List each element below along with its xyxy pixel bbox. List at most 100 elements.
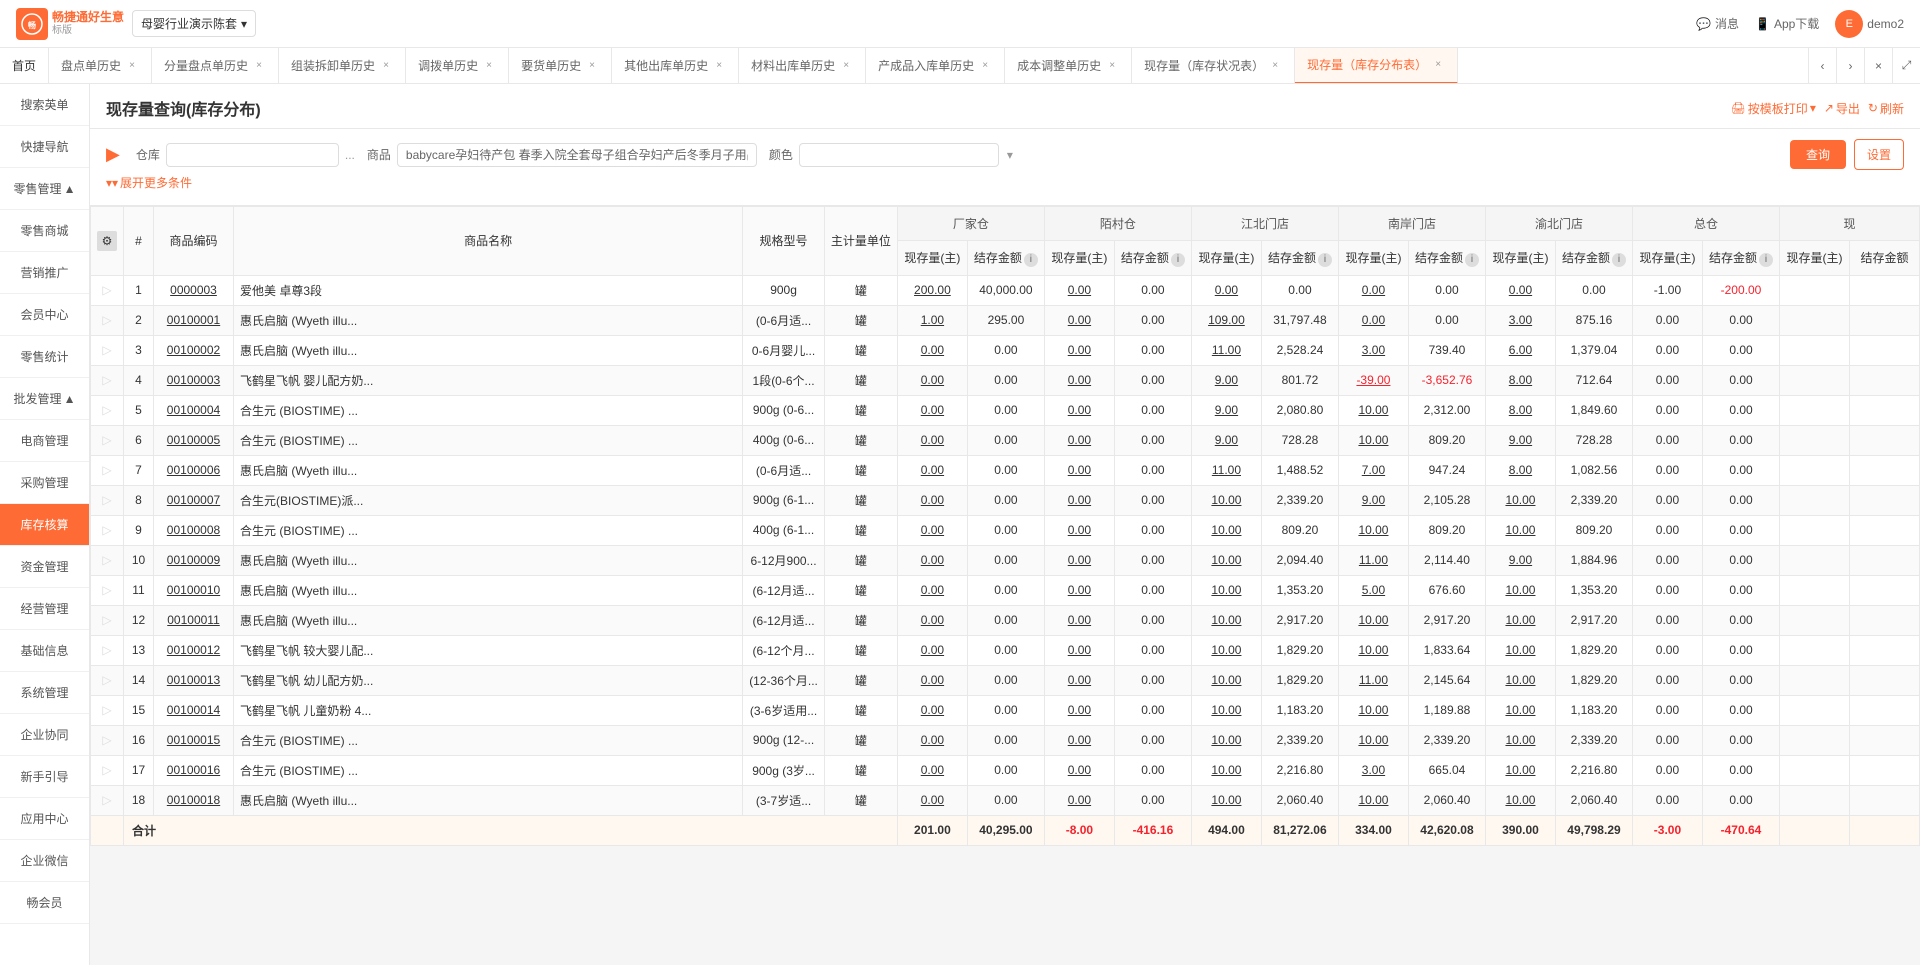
row-expand[interactable]: ▷ [91,305,124,335]
tab-home[interactable]: 首页 [0,48,49,84]
row-nanan-qty[interactable]: 3.00 [1338,755,1408,785]
expand-conditions-btn[interactable]: ▾▾ 展开更多条件 [106,174,1904,191]
row-nanan-qty[interactable]: 11.00 [1338,665,1408,695]
row-yubei-qty[interactable]: 10.00 [1485,695,1555,725]
row-mucun-qty[interactable]: 0.00 [1044,425,1114,455]
row-expand[interactable]: ▷ [91,725,124,755]
row-yubei-qty[interactable]: 8.00 [1485,455,1555,485]
sidebar-item-member[interactable]: 会员中心 [0,294,89,336]
row-factory-qty[interactable]: 200.00 [897,275,967,305]
row-mucun-qty[interactable]: 0.00 [1044,305,1114,335]
goods-input[interactable] [397,143,757,167]
row-yubei-qty[interactable]: 10.00 [1485,785,1555,815]
row-expand[interactable]: ▷ [91,605,124,635]
row-jiangbei-qty[interactable]: 9.00 [1191,425,1261,455]
row-jiangbei-qty[interactable]: 10.00 [1191,485,1261,515]
row-mucun-qty[interactable]: 0.00 [1044,545,1114,575]
sidebar-item-quicknav[interactable]: 快捷导航 [0,126,89,168]
messages-btn[interactable]: 💬 消息 [1696,15,1739,32]
row-yubei-qty[interactable]: 0.00 [1485,275,1555,305]
row-mucun-qty[interactable]: 0.00 [1044,485,1114,515]
row-factory-qty[interactable]: 0.00 [897,455,967,485]
row-factory-qty[interactable]: 0.00 [897,515,967,545]
row-nanan-qty[interactable]: 10.00 [1338,425,1408,455]
row-yubei-qty[interactable]: 8.00 [1485,395,1555,425]
row-factory-qty[interactable]: 0.00 [897,725,967,755]
tab-3[interactable]: 组装拆卸单历史 × [279,48,406,84]
tab-4-close[interactable]: × [482,59,496,73]
jiangbei-amt-info[interactable]: i [1318,253,1332,267]
row-yubei-qty[interactable]: 10.00 [1485,575,1555,605]
row-nanan-qty[interactable]: 10.00 [1338,725,1408,755]
row-factory-qty[interactable]: 0.00 [897,665,967,695]
tab-10-close[interactable]: × [1268,59,1282,73]
row-nanan-qty[interactable]: 9.00 [1338,485,1408,515]
nanan-amt-info[interactable]: i [1465,253,1479,267]
row-jiangbei-qty[interactable]: 10.00 [1191,605,1261,635]
row-jiangbei-qty[interactable]: 109.00 [1191,305,1261,335]
row-mucun-qty[interactable]: 0.00 [1044,515,1114,545]
row-expand[interactable]: ▷ [91,365,124,395]
row-nanan-qty[interactable]: 10.00 [1338,785,1408,815]
color-input[interactable] [799,143,999,167]
row-factory-qty[interactable]: 0.00 [897,575,967,605]
sidebar-item-member2[interactable]: 畅会员 [0,882,89,924]
settings-button[interactable]: 设置 [1854,139,1904,170]
sidebar-item-inventory[interactable]: 库存核算 [0,504,89,546]
tab-10[interactable]: 现存量（库存状况表） × [1132,48,1295,84]
row-nanan-qty[interactable]: 10.00 [1338,635,1408,665]
tab-9[interactable]: 成本调整单历史 × [1005,48,1132,84]
row-mucun-qty[interactable]: 0.00 [1044,695,1114,725]
sidebar-item-wechat[interactable]: 企业微信 [0,840,89,882]
print-btn[interactable]: 🖨 按模板打印 ▾ [1731,100,1816,117]
row-expand[interactable]: ▷ [91,665,124,695]
sidebar-item-marketing[interactable]: 营销推广 [0,252,89,294]
export-btn[interactable]: ↗ 导出 [1824,100,1860,117]
query-button[interactable]: 查询 [1790,140,1846,169]
row-yubei-qty[interactable]: 10.00 [1485,725,1555,755]
row-yubei-qty[interactable]: 9.00 [1485,425,1555,455]
row-jiangbei-qty[interactable]: 10.00 [1191,635,1261,665]
tab-4[interactable]: 调拨单历史 × [406,48,509,84]
row-jiangbei-qty[interactable]: 10.00 [1191,665,1261,695]
row-jiangbei-qty[interactable]: 10.00 [1191,725,1261,755]
row-yubei-qty[interactable]: 3.00 [1485,305,1555,335]
tab-8[interactable]: 产成品入库单历史 × [866,48,1005,84]
row-factory-qty[interactable]: 0.00 [897,425,967,455]
row-factory-qty[interactable]: 0.00 [897,605,967,635]
row-expand[interactable]: ▷ [91,335,124,365]
row-yubei-qty[interactable]: 10.00 [1485,515,1555,545]
row-factory-qty[interactable]: 0.00 [897,695,967,725]
sidebar-item-retail-stats[interactable]: 零售统计 [0,336,89,378]
row-nanan-qty[interactable]: 10.00 [1338,395,1408,425]
row-jiangbei-qty[interactable]: 11.00 [1191,455,1261,485]
sidebar-item-basic-info[interactable]: 基础信息 [0,630,89,672]
row-yubei-qty[interactable]: 10.00 [1485,605,1555,635]
warehouse-input[interactable] [166,143,339,167]
row-mucun-qty[interactable]: 0.00 [1044,575,1114,605]
row-nanan-qty[interactable]: 0.00 [1338,305,1408,335]
tab-9-close[interactable]: × [1105,59,1119,73]
row-yubei-qty[interactable]: 10.00 [1485,485,1555,515]
mucun-amt-info[interactable]: i [1171,253,1185,267]
tab-2-close[interactable]: × [252,59,266,73]
row-jiangbei-qty[interactable]: 10.00 [1191,755,1261,785]
row-jiangbei-qty[interactable]: 10.00 [1191,515,1261,545]
row-mucun-qty[interactable]: 0.00 [1044,605,1114,635]
tab-5[interactable]: 要货单历史 × [509,48,612,84]
row-mucun-qty[interactable]: 0.00 [1044,785,1114,815]
row-mucun-qty[interactable]: 0.00 [1044,395,1114,425]
total-amt-info[interactable]: i [1759,253,1773,267]
tab-5-close[interactable]: × [585,59,599,73]
row-yubei-qty[interactable]: 9.00 [1485,545,1555,575]
row-expand[interactable]: ▷ [91,785,124,815]
tab-7-close[interactable]: × [839,59,853,73]
tabs-next-btn[interactable]: › [1836,48,1864,84]
tabs-close-all-btn[interactable]: × [1864,48,1892,84]
sidebar-item-wholesale[interactable]: 批发管理 ▲ [0,378,89,420]
row-yubei-qty[interactable]: 10.00 [1485,755,1555,785]
tab-3-close[interactable]: × [379,59,393,73]
row-factory-qty[interactable]: 0.00 [897,335,967,365]
sidebar-item-retail-mall[interactable]: 零售商城 [0,210,89,252]
row-nanan-qty[interactable]: 0.00 [1338,275,1408,305]
